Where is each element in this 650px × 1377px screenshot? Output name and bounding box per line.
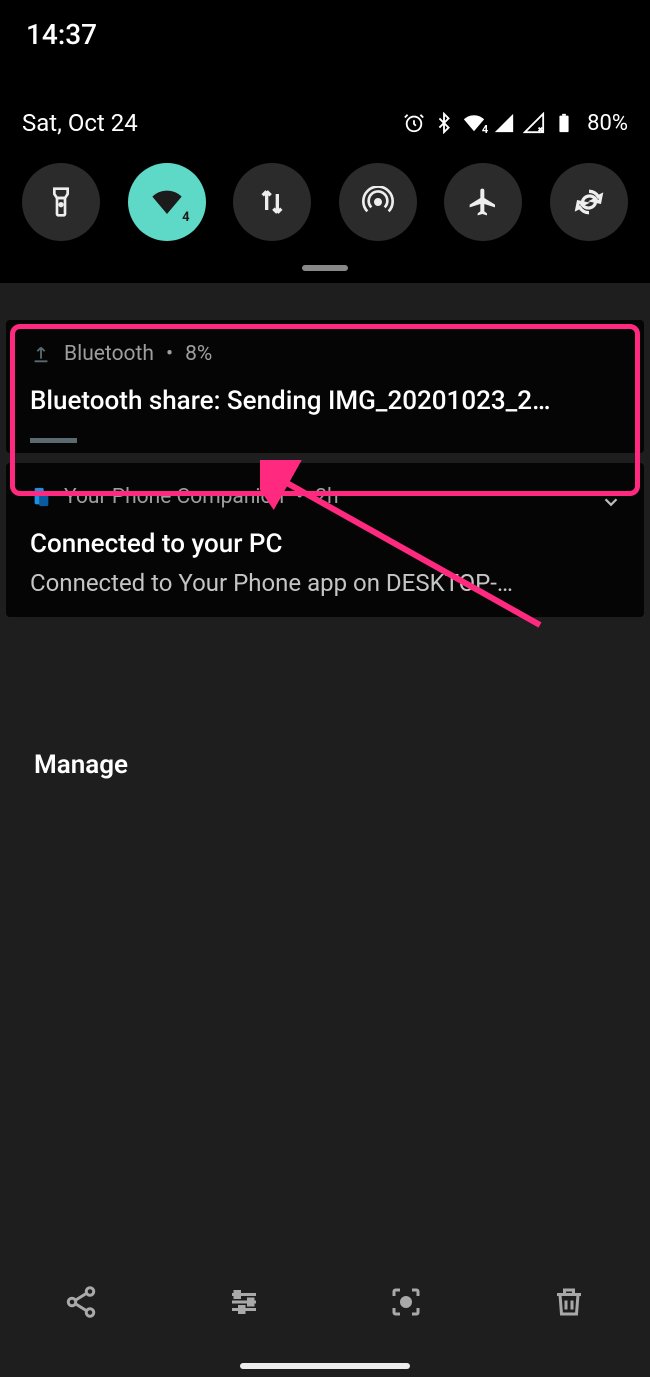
hotspot-icon <box>362 186 394 218</box>
bottom-action-bar <box>0 1257 650 1347</box>
bt-upload-icon <box>30 343 52 365</box>
qs-wifi[interactable]: 4 <box>128 163 206 241</box>
status-date: Sat, Oct 24 <box>22 109 138 137</box>
notification-shade: 14:37 Sat, Oct 24 4 80% 4 <box>0 0 650 283</box>
wifi-icon <box>151 186 183 218</box>
qs-airplane[interactable] <box>444 163 522 241</box>
notification-bluetooth[interactable]: Bluetooth • 8% Bluetooth share: Sending … <box>6 320 644 453</box>
notification-title: Bluetooth share: Sending IMG_20201023_2… <box>30 386 620 416</box>
battery-percent: 80% <box>587 111 628 136</box>
progress-bar <box>30 438 620 443</box>
status-clock: 14:37 <box>0 0 650 51</box>
delete-button[interactable] <box>514 1272 624 1332</box>
notification-meta: 8% <box>185 342 212 366</box>
phone-companion-icon <box>30 486 52 508</box>
manage-button[interactable]: Manage <box>34 750 128 780</box>
signal-icon <box>493 112 515 134</box>
sliders-icon <box>226 1284 262 1320</box>
qs-flashlight[interactable] <box>22 163 100 241</box>
edit-button[interactable] <box>189 1272 299 1332</box>
qs-mobile-data[interactable] <box>233 163 311 241</box>
quick-settings-row: 4 <box>0 153 650 257</box>
share-icon <box>63 1284 99 1320</box>
airplane-icon <box>467 186 499 218</box>
notification-your-phone[interactable]: Your Phone Companion • 2h Connected to y… <box>6 463 644 617</box>
background-photo <box>0 720 650 880</box>
nav-pill[interactable] <box>240 1363 410 1369</box>
status-bar: Sat, Oct 24 4 80% <box>0 51 650 153</box>
collapse-toggle[interactable] <box>600 491 622 517</box>
signal2-icon <box>523 112 545 134</box>
wifi-badge: 4 <box>182 210 189 225</box>
notification-header: Your Phone Companion • 2h <box>30 485 620 509</box>
notification-body: Connected to Your Phone app on DESKTOP-… <box>30 569 620 597</box>
notification-list: Bluetooth • 8% Bluetooth share: Sending … <box>6 320 644 627</box>
trash-icon <box>551 1284 587 1320</box>
qs-rotate[interactable] <box>550 163 628 241</box>
qs-hotspot[interactable] <box>339 163 417 241</box>
notification-title: Connected to your PC <box>30 529 620 559</box>
status-icons: 4 80% <box>403 111 628 136</box>
alarm-icon <box>403 112 425 134</box>
bluetooth-icon <box>433 112 455 134</box>
shade-handle[interactable] <box>302 265 348 271</box>
share-button[interactable] <box>26 1272 136 1332</box>
notification-app-name: Bluetooth <box>64 342 154 366</box>
battery-icon <box>553 112 575 134</box>
progress-fill <box>30 438 77 443</box>
lens-icon <box>388 1284 424 1320</box>
lens-button[interactable] <box>351 1272 461 1332</box>
flashlight-icon <box>45 186 77 218</box>
notification-header: Bluetooth • 8% <box>30 342 620 366</box>
notification-meta: 2h <box>315 485 338 509</box>
notification-app-name: Your Phone Companion <box>64 485 284 509</box>
chevron-down-icon <box>600 491 622 513</box>
wifi-status-icon: 4 <box>463 112 485 134</box>
data-arrows-icon <box>256 186 288 218</box>
rotate-icon <box>573 186 605 218</box>
manage-row: Manage <box>34 750 128 780</box>
